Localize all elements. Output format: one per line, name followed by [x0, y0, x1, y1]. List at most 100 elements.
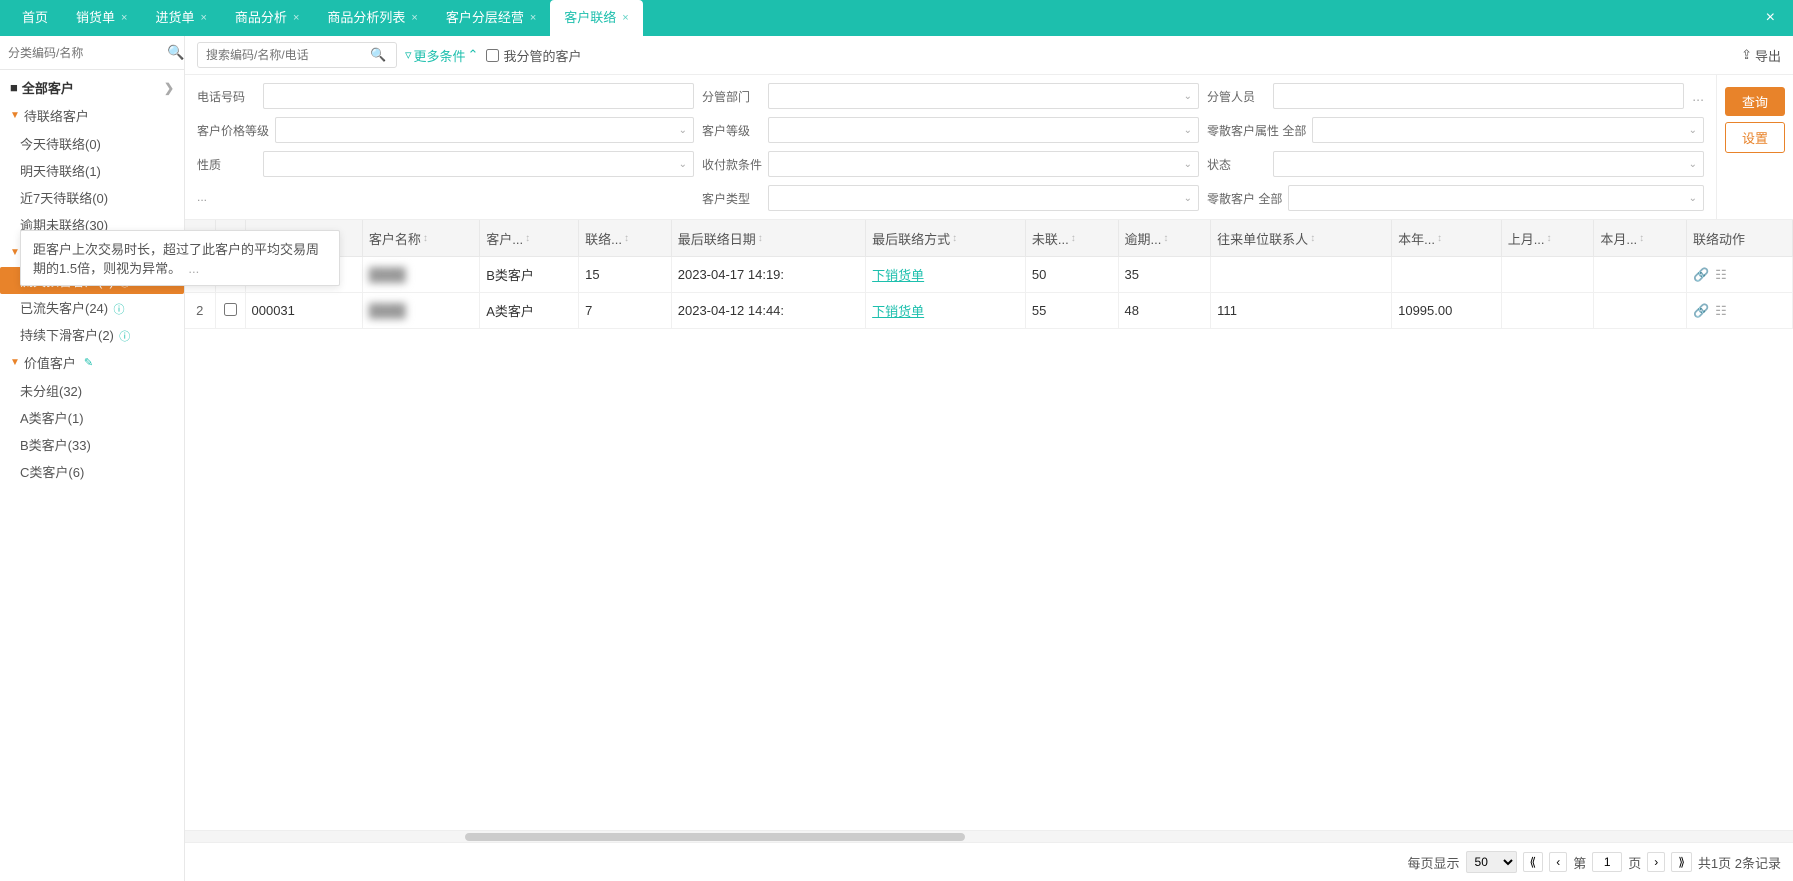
nav-purchase[interactable]: 进货单 × — [141, 0, 220, 36]
th-this-month[interactable]: 本月...↕ — [1594, 220, 1687, 257]
filter-mgr-select[interactable] — [1273, 83, 1684, 109]
th-last-month[interactable]: 上月...↕ — [1501, 220, 1594, 257]
filter-gender-select[interactable]: ⌄ — [263, 151, 694, 177]
sort-date-icon: ↕ — [758, 233, 763, 244]
sidebar-item-class-b[interactable]: B类客户(33) — [0, 431, 184, 458]
filter-payment: 收付款条件 ⌄ — [702, 151, 1199, 177]
row1-grid-icon[interactable]: ☷ — [1715, 267, 1727, 283]
search-icon[interactable]: 🔍 — [370, 47, 386, 63]
filter-price-select[interactable]: ⌄ — [275, 117, 694, 143]
nav-customer-tier[interactable]: 客户分层经营 × — [432, 0, 550, 36]
first-page-btn[interactable]: ⟪ — [1523, 852, 1544, 872]
chevron-down-dept: ⌄ — [1184, 91, 1192, 102]
horizontal-scrollbar[interactable] — [185, 830, 1793, 842]
nav-purchase-close[interactable]: × — [200, 0, 206, 36]
pending-contact-group[interactable]: ▼ 待联络客户 — [0, 101, 184, 130]
query-button[interactable]: 查询 — [1725, 87, 1785, 116]
main-layout: 🔍 ■ 全部客户 ❯ ▼ 待联络客户 今天待联络(0) 明天待联络(1) 近7天… — [0, 36, 1793, 881]
edit-icon[interactable]: ✎ — [84, 356, 93, 369]
th-last-contact-method[interactable]: 最后联络方式↕ — [866, 220, 1026, 257]
nav-customer-contact[interactable]: 客户联络 × — [550, 0, 642, 36]
nav-sales[interactable]: 销货单 × — [62, 0, 141, 36]
sidebar-item-tomorrow[interactable]: 明天待联络(1) — [0, 157, 184, 184]
close-all-btn[interactable]: × — [1756, 9, 1785, 27]
sidebar-item-ungroup[interactable]: 未分组(32) — [0, 377, 184, 404]
filter-payment-select[interactable]: ⌄ — [768, 151, 1199, 177]
value-customers-group[interactable]: ▼ 价值客户 ✎ — [0, 348, 184, 377]
filter-retail-attr-label: 零散客户属性 全部 — [1207, 122, 1306, 139]
row2-checkbox[interactable] — [224, 303, 237, 316]
nav-analysis[interactable]: 商品分析 × — [221, 0, 313, 36]
data-table: ⚙ 客户编码↕ 客户名称↕ 客户...↕ — [185, 220, 1793, 329]
filter-dept-select[interactable]: ⌄ — [768, 83, 1199, 109]
row2-history: 111 — [1211, 293, 1392, 329]
next-page-btn[interactable]: › — [1647, 852, 1665, 872]
sidebar-search-bar: 🔍 — [0, 36, 184, 70]
filter-mgr-label: 分管人员 — [1207, 88, 1267, 105]
row2-link-icon[interactable]: 🔗 — [1693, 303, 1709, 319]
filter-retail-select[interactable]: ⌄ — [1288, 185, 1704, 211]
row2-type: A类客户 — [480, 293, 579, 329]
settings-button[interactable]: 设置 — [1725, 122, 1785, 153]
filter-icon: ▿ — [405, 47, 412, 63]
th-name[interactable]: 客户名称↕ — [362, 220, 479, 257]
prev-page-btn[interactable]: ‹ — [1549, 852, 1567, 872]
nav-sales-close[interactable]: × — [121, 0, 127, 36]
sidebar-item-lost[interactable]: 已流失客户(24) ⓘ — [0, 294, 184, 321]
th-last-contact-date[interactable]: 最后联络日期↕ — [671, 220, 865, 257]
th-contact[interactable]: 联络...↕ — [579, 220, 672, 257]
tooltip-ellipsis[interactable]: ... — [188, 261, 199, 276]
nav-home[interactable]: 首页 — [8, 0, 62, 36]
filter-dept-label: 分管部门 — [702, 88, 762, 105]
more-conditions-btn[interactable]: ▿ 更多条件 ⌃ — [405, 46, 478, 65]
nav-analysis-list-close[interactable]: × — [411, 0, 417, 36]
row1-tmonth — [1594, 257, 1687, 293]
th-no-contact[interactable]: 未联...↕ — [1025, 220, 1118, 257]
export-btn[interactable]: ⇪ 导出 — [1741, 46, 1781, 65]
filter-mgr-ellipsis[interactable]: ... — [1692, 88, 1704, 104]
row1-method[interactable]: 下销货单 — [866, 257, 1026, 293]
filter-cust-level-select[interactable]: ⌄ — [768, 117, 1199, 143]
export-icon: ⇪ — [1741, 47, 1752, 63]
row2-method[interactable]: 下销货单 — [866, 293, 1026, 329]
th-customer-type[interactable]: 客户...↕ — [480, 220, 579, 257]
th-history-contact[interactable]: 往来单位联系人↕ — [1211, 220, 1392, 257]
row2-grid-icon[interactable]: ☷ — [1715, 303, 1727, 319]
my-customers-check: 我分管的客户 — [486, 46, 581, 65]
chevron-down-payment: ⌄ — [1184, 159, 1192, 170]
filter-phone-input[interactable] — [263, 83, 694, 109]
filter-price-level: 客户价格等级 ⌄ — [197, 117, 694, 143]
filter-cust-type-select[interactable]: ⌄ — [768, 185, 1199, 211]
tooltip-box: 距客户上次交易时长，超过了此客户的平均交易周期的1.5倍，则视为异常。 ... — [20, 230, 340, 286]
sidebar-item-7days[interactable]: 近7天待联络(0) — [0, 184, 184, 211]
chevron-up-icon: ⌃ — [468, 47, 479, 63]
nav-analysis-close[interactable]: × — [293, 0, 299, 36]
content-area: 🔍 ▿ 更多条件 ⌃ 我分管的客户 ⇪ 导出 — [185, 36, 1793, 881]
row1-link-icon[interactable]: 🔗 — [1693, 267, 1709, 283]
last-page-btn[interactable]: ⟫ — [1671, 852, 1692, 872]
sidebar-item-declining[interactable]: 持续下滑客户(2) ⓘ — [0, 321, 184, 348]
scrollbar-thumb[interactable] — [465, 833, 965, 841]
my-customers-checkbox[interactable] — [486, 49, 499, 62]
filter-retail-attr-select[interactable]: ⌄ — [1312, 117, 1704, 143]
th-this-year[interactable]: 本年...↕ — [1392, 220, 1502, 257]
more-ellipsis[interactable]: ... — [197, 190, 207, 204]
page-number-input[interactable] — [1592, 852, 1622, 872]
sidebar-item-class-c[interactable]: C类客户(6) — [0, 458, 184, 485]
nav-analysis-list[interactable]: 商品分析列表 × — [313, 0, 431, 36]
sidebar-item-class-a[interactable]: A类客户(1) — [0, 404, 184, 431]
row2-contact: 7 — [579, 293, 672, 329]
filter-payment-label: 收付款条件 — [702, 156, 762, 173]
sidebar-search-input[interactable] — [8, 46, 163, 60]
filter-status-select[interactable]: ⌄ — [1273, 151, 1704, 177]
nav-customer-contact-close[interactable]: × — [622, 0, 628, 36]
page-size-select[interactable]: 50 100 200 — [1466, 851, 1517, 873]
sidebar-collapse-btn[interactable]: ❯ — [164, 81, 174, 95]
search-input[interactable] — [206, 48, 366, 62]
th-overdue[interactable]: 逾期...↕ — [1118, 220, 1211, 257]
nav-customer-tier-close[interactable]: × — [530, 0, 536, 36]
sidebar-item-today[interactable]: 今天待联络(0) — [0, 130, 184, 157]
sort-overdue-icon: ↕ — [1163, 233, 1168, 244]
sidebar-search-icon[interactable]: 🔍 — [167, 44, 184, 61]
filter-gender-label: 性质 — [197, 156, 257, 173]
